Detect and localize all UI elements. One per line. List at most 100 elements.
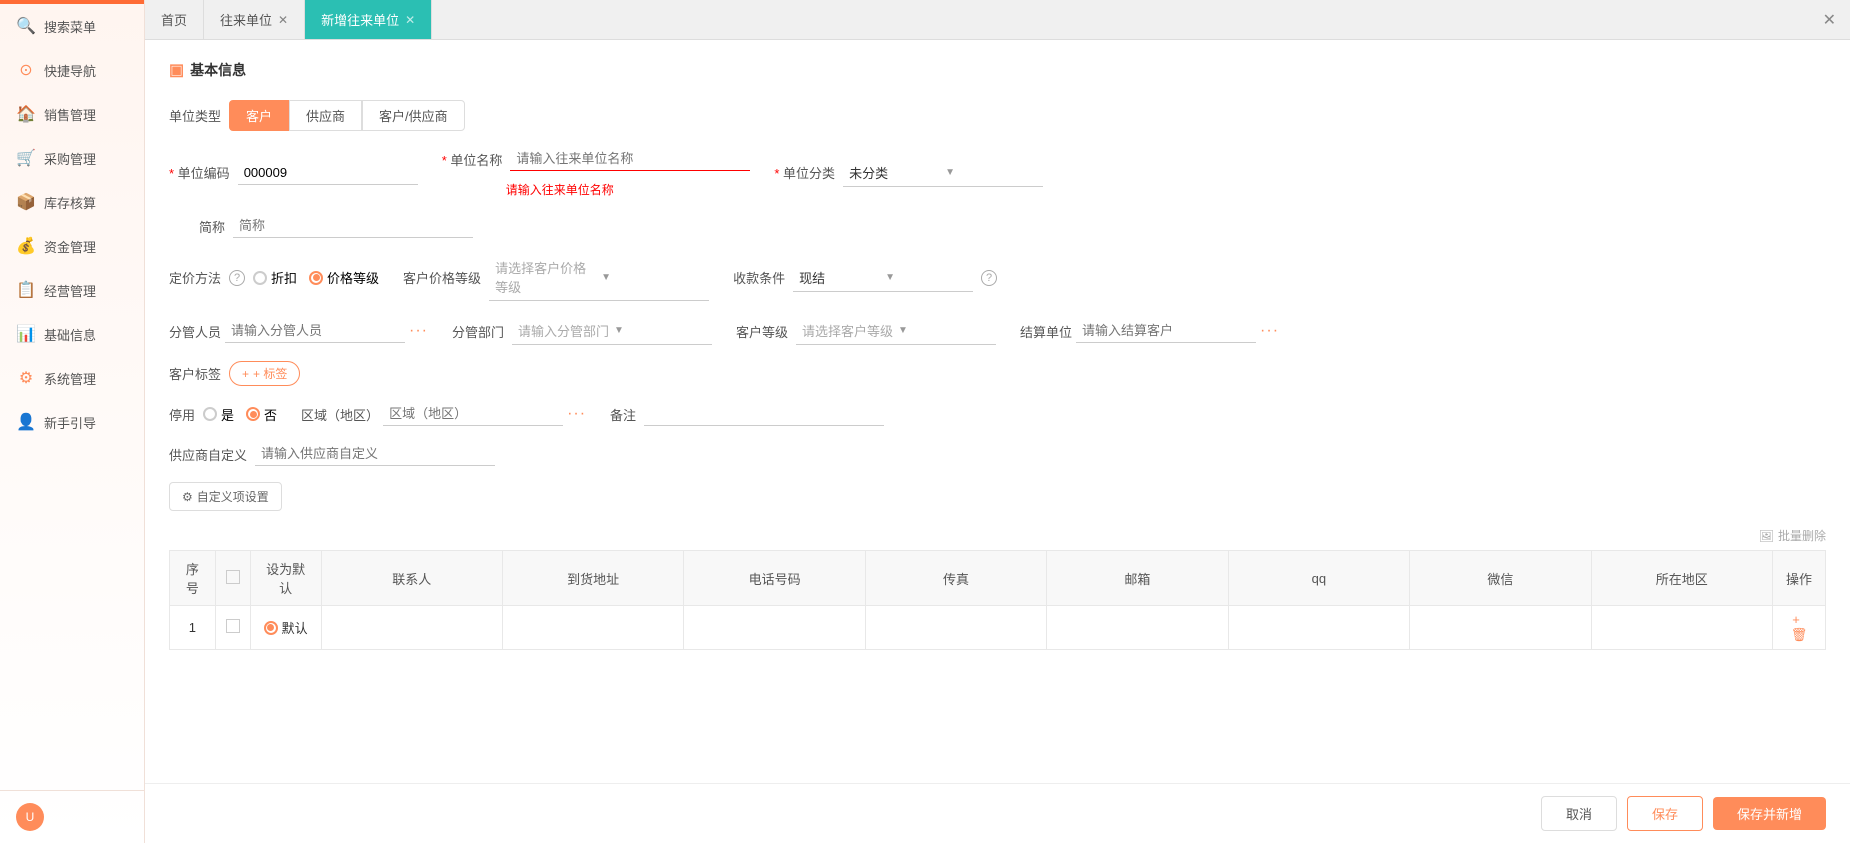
sidebar-item-search[interactable]: 🔍 搜索菜单: [0, 4, 144, 48]
col-wechat: 微信: [1410, 551, 1591, 606]
inventory-icon: 📦: [16, 192, 36, 212]
disabled-row: 停用 是 否 区域（地区） ··· 备注: [169, 402, 1826, 426]
fax-input[interactable]: [876, 620, 1036, 635]
customer-level-select[interactable]: 请选择客户等级 ▼: [796, 317, 996, 345]
payment-condition-select[interactable]: 现结 ▼: [793, 264, 973, 292]
system-icon: ⚙: [16, 368, 36, 388]
unit-name-input[interactable]: [510, 147, 750, 171]
region-input[interactable]: [383, 402, 563, 426]
sidebar-item-sales[interactable]: 🏠 销售管理: [0, 92, 144, 136]
pricing-radio-group: 折扣 价格等级: [253, 268, 379, 287]
search-icon: 🔍: [16, 16, 36, 36]
sidebar-item-operations[interactable]: 📋 经营管理: [0, 268, 144, 312]
department-label: 分管部门: [452, 322, 504, 341]
type-btn-supplier[interactable]: 供应商: [289, 100, 362, 131]
customer-level-field: 客户等级 请选择客户等级 ▼: [736, 317, 996, 345]
chevron-down-icon: ▼: [898, 325, 990, 336]
unit-code-input[interactable]: [238, 161, 418, 185]
disabled-yes-radio[interactable]: 是: [203, 405, 234, 424]
window-close-button[interactable]: ✕: [1809, 10, 1850, 30]
department-select[interactable]: 请输入分管部门 ▼: [512, 317, 712, 345]
type-btn-both[interactable]: 客户/供应商: [362, 100, 465, 131]
row-checkbox[interactable]: [215, 606, 250, 650]
row-contact[interactable]: [321, 606, 502, 650]
cancel-button[interactable]: 取消: [1541, 796, 1617, 831]
sidebar-item-quick-nav[interactable]: ⊙ 快捷导航: [0, 48, 144, 92]
tab-home-label: 首页: [161, 10, 187, 29]
row-wechat[interactable]: [1410, 606, 1591, 650]
disabled-radio-group: 是 否: [203, 405, 277, 424]
sidebar-item-basic[interactable]: 📊 基础信息: [0, 312, 144, 356]
default-radio[interactable]: 默认: [261, 618, 311, 637]
col-qq: qq: [1228, 551, 1410, 606]
contact-input[interactable]: [332, 620, 492, 635]
region-cell-input[interactable]: [1602, 620, 1762, 635]
payment-help-icon[interactable]: ?: [981, 270, 997, 286]
tab-new-partner[interactable]: 新增往来单位 ✕: [305, 0, 432, 39]
row-region[interactable]: [1591, 606, 1772, 650]
customer-level-label: 客户等级: [736, 322, 788, 341]
add-row-button[interactable]: +: [1792, 612, 1800, 627]
email-input[interactable]: [1057, 620, 1217, 635]
pricing-radio-discount[interactable]: 折扣: [253, 268, 297, 287]
row-select-checkbox[interactable]: [226, 619, 240, 633]
select-all-checkbox[interactable]: [226, 570, 240, 584]
wechat-input[interactable]: [1420, 620, 1580, 635]
row-phone[interactable]: [684, 606, 865, 650]
settlement-more-button[interactable]: ···: [1260, 322, 1279, 340]
batch-delete-label[interactable]: 批量删除: [1778, 527, 1826, 544]
department-placeholder: 请输入分管部门: [518, 321, 610, 340]
save-new-button[interactable]: 保存并新增: [1713, 797, 1826, 830]
settlement-input[interactable]: [1076, 319, 1256, 343]
customer-price-level-select[interactable]: 请选择客户价格等级 ▼: [489, 254, 709, 301]
qq-input[interactable]: [1239, 620, 1400, 635]
unit-name-label: 单位名称: [442, 150, 503, 169]
sidebar-item-inventory[interactable]: 📦 库存核算: [0, 180, 144, 224]
pricing-radio-level[interactable]: 价格等级: [309, 268, 379, 287]
default-label: 默认: [282, 618, 308, 637]
chevron-down-icon: ▼: [601, 272, 703, 283]
row-address[interactable]: [502, 606, 683, 650]
custom-settings-button[interactable]: ⚙ 自定义项设置: [169, 482, 282, 511]
disabled-no-radio[interactable]: 否: [246, 405, 277, 424]
unit-type-row: 单位类型 客户 供应商 客户/供应商: [169, 100, 1826, 131]
form-content: ▣ 基本信息 单位类型 客户 供应商 客户/供应商 单位编码 单位名称: [145, 40, 1850, 783]
sidebar-item-purchase[interactable]: 🛒 采购管理: [0, 136, 144, 180]
sidebar-item-system[interactable]: ⚙ 系统管理: [0, 356, 144, 400]
row-fax[interactable]: [865, 606, 1046, 650]
note-input[interactable]: [644, 402, 884, 426]
add-tag-button[interactable]: + + 标签: [229, 361, 300, 386]
pricing-help-icon[interactable]: ?: [229, 270, 245, 286]
address-input[interactable]: [513, 620, 673, 635]
quick-nav-icon: ⊙: [16, 60, 36, 80]
row-qq[interactable]: [1228, 606, 1410, 650]
col-actions: 操作: [1772, 551, 1825, 606]
disabled-no-circle: [246, 407, 260, 421]
row-email[interactable]: [1047, 606, 1228, 650]
manager-input[interactable]: [225, 319, 405, 343]
sidebar-item-finance[interactable]: 💰 资金管理: [0, 224, 144, 268]
sidebar-item-label: 资金管理: [44, 237, 96, 256]
default-radio-circle: [264, 621, 278, 635]
tab-partners-close[interactable]: ✕: [278, 13, 288, 27]
phone-input[interactable]: [694, 620, 854, 635]
save-button[interactable]: 保存: [1627, 796, 1703, 831]
unit-code-label: 单位编码: [169, 163, 230, 182]
tab-partners[interactable]: 往来单位 ✕: [204, 0, 305, 39]
tab-home[interactable]: 首页: [145, 0, 204, 39]
sidebar-item-guide[interactable]: 👤 新手引导: [0, 400, 144, 444]
short-name-input[interactable]: [233, 214, 473, 238]
chevron-down-icon: ▼: [945, 167, 1037, 178]
manager-more-button[interactable]: ···: [409, 322, 428, 340]
supplier-custom-input[interactable]: [255, 442, 495, 466]
type-btn-customer[interactable]: 客户: [229, 100, 289, 131]
customer-tag-row: 客户标签 + + 标签: [169, 361, 1826, 386]
unit-category-select[interactable]: 未分类 ▼: [843, 159, 1043, 187]
tab-new-partner-close[interactable]: ✕: [405, 13, 415, 27]
section-title-icon: ▣: [169, 60, 184, 80]
pricing-row: 定价方法 ? 折扣 价格等级 客户价格等级 请选择客户价格等级: [169, 254, 1826, 301]
region-more-button[interactable]: ···: [567, 405, 586, 423]
finance-icon: 💰: [16, 236, 36, 256]
delete-row-button[interactable]: 🗑: [1791, 627, 1808, 642]
level-label: 价格等级: [327, 268, 379, 287]
